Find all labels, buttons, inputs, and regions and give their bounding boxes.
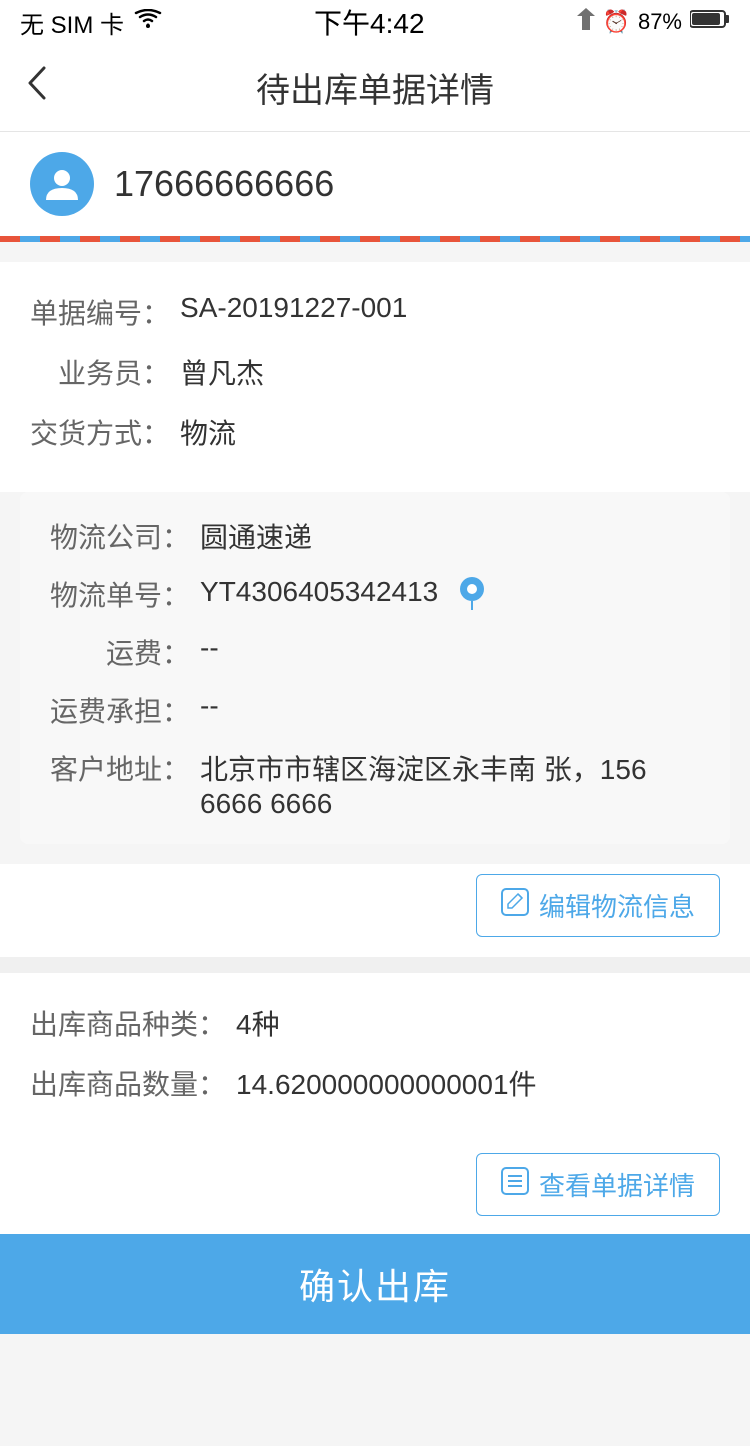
- goods-section: 出库商品种类： 4种 出库商品数量： 14.620000000000001件: [0, 973, 750, 1143]
- edit-btn-row: 编辑物流信息: [0, 864, 750, 957]
- battery-text: 87%: [638, 9, 682, 35]
- carrier-text: 无 SIM 卡: [20, 5, 124, 40]
- freight-value: --: [200, 632, 700, 664]
- edit-icon: [501, 888, 529, 923]
- salesman-value: 曾凡杰: [180, 352, 720, 392]
- freight-bear-value: --: [200, 690, 700, 722]
- map-location-icon[interactable]: [454, 574, 490, 610]
- address-label: 客户地址：: [50, 748, 190, 788]
- page-title: 待出库单据详情: [256, 63, 494, 112]
- logistics-tracking-label: 物流单号：: [50, 574, 190, 614]
- delivery-label: 交货方式：: [30, 412, 170, 452]
- doc-no-label: 单据编号：: [30, 292, 170, 332]
- nav-bar: 待出库单据详情: [0, 44, 750, 132]
- goods-quantity-row: 出库商品数量： 14.620000000000001件: [30, 1063, 720, 1103]
- delivery-value: 物流: [180, 412, 720, 452]
- logistics-company-value: 圆通速递: [200, 516, 700, 556]
- view-btn-row: 查看单据详情: [0, 1143, 750, 1246]
- goods-types-value: 4种: [236, 1003, 280, 1043]
- status-right: ⏰ 87%: [577, 8, 730, 36]
- confirm-btn-area: 确认出库: [0, 1234, 750, 1334]
- user-header: 17666666666: [0, 132, 750, 236]
- tracking-number: YT43064053424​13: [200, 576, 438, 608]
- goods-quantity-value: 14.620000000000001件: [236, 1063, 537, 1103]
- battery-icon: [690, 9, 730, 35]
- edit-logistics-button[interactable]: 编辑物流信息: [476, 874, 720, 937]
- freight-bear-row: 运费承担： --: [50, 690, 700, 730]
- doc-no-row: 单据编号： SA-20191227-001: [30, 292, 720, 332]
- logistics-company-row: 物流公司： 圆通速递: [50, 516, 700, 556]
- alarm-icon: ⏰: [603, 9, 630, 35]
- goods-quantity-label: 出库商品数量：: [30, 1063, 226, 1103]
- doc-no-value: SA-20191227-001: [180, 292, 720, 324]
- logistics-card: 物流公司： 圆通速递 物流单号： YT43064053424​13 运费： --: [20, 492, 730, 844]
- salesman-row: 业务员： 曾凡杰: [30, 352, 720, 392]
- logistics-company-label: 物流公司：: [50, 516, 190, 556]
- address-value: 北京市市辖区海淀区永丰南 张，156 6666 6666: [200, 748, 700, 820]
- goods-types-row: 出库商品种类： 4种: [30, 1003, 720, 1043]
- delivery-row: 交货方式： 物流: [30, 412, 720, 452]
- doc-info-section: 单据编号： SA-20191227-001 业务员： 曾凡杰 交货方式： 物流: [0, 262, 750, 492]
- confirm-outbound-button[interactable]: 确认出库: [299, 1258, 451, 1310]
- user-phone: 17666666666: [114, 163, 334, 205]
- time-display: 下午4:42: [314, 2, 425, 42]
- freight-label: 运费：: [50, 632, 190, 672]
- wifi-icon: [134, 8, 162, 36]
- section-divider: [0, 957, 750, 973]
- freight-row: 运费： --: [50, 632, 700, 672]
- status-left: 无 SIM 卡: [20, 5, 162, 40]
- location-icon: [577, 8, 595, 36]
- dashed-divider: [0, 236, 750, 242]
- avatar: [30, 152, 94, 216]
- address-row: 客户地址： 北京市市辖区海淀区永丰南 张，156 6666 6666: [50, 748, 700, 820]
- view-details-label: 查看单据详情: [539, 1166, 695, 1203]
- goods-types-label: 出库商品种类：: [30, 1003, 226, 1043]
- list-icon: [501, 1167, 529, 1202]
- logistics-tracking-value: YT43064053424​13: [200, 574, 700, 610]
- view-details-button[interactable]: 查看单据详情: [476, 1153, 720, 1216]
- salesman-label: 业务员：: [30, 352, 170, 392]
- back-button[interactable]: [24, 64, 48, 111]
- status-bar: 无 SIM 卡 下午4:42 ⏰ 87%: [0, 0, 750, 44]
- freight-bear-label: 运费承担：: [50, 690, 190, 730]
- logistics-tracking-row: 物流单号： YT43064053424​13: [50, 574, 700, 614]
- edit-logistics-label: 编辑物流信息: [539, 887, 695, 924]
